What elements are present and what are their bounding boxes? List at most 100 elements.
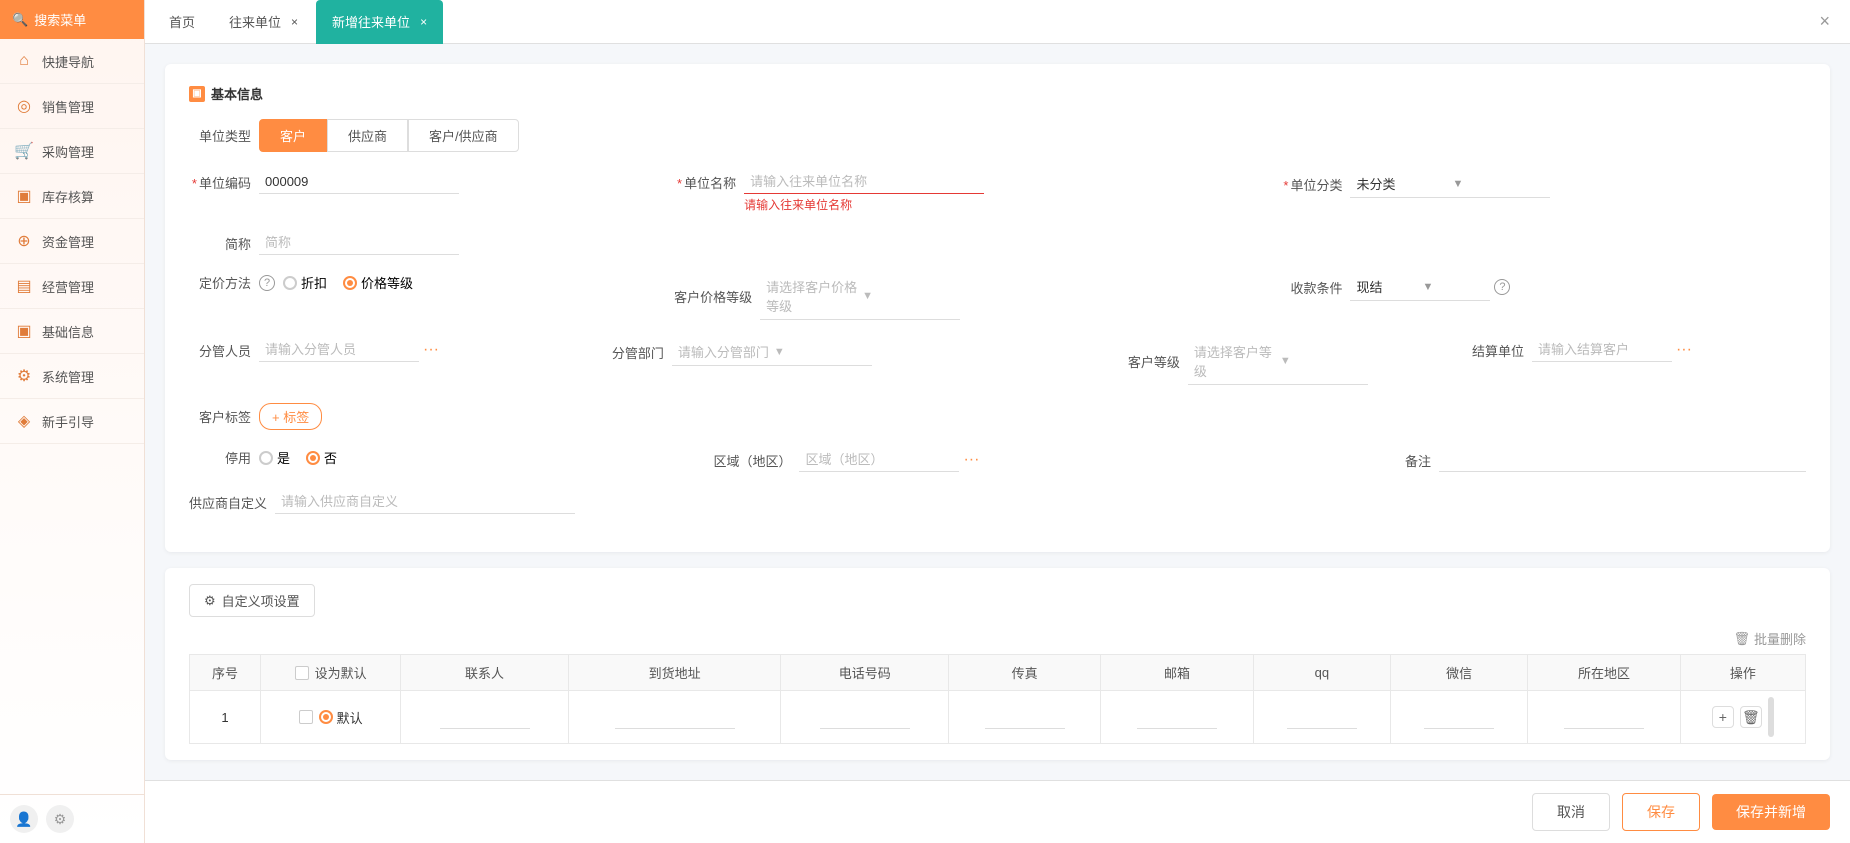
- payment-help-icon[interactable]: ?: [1494, 279, 1510, 295]
- fax-input[interactable]: [985, 705, 1065, 729]
- cancel-button[interactable]: 取消: [1532, 793, 1610, 831]
- tab-partners[interactable]: 往来单位 ×: [213, 0, 314, 44]
- unit-code-input[interactable]: [259, 170, 459, 194]
- save-and-new-button[interactable]: 保存并新增: [1712, 794, 1830, 830]
- cell-default: 默认: [260, 691, 400, 744]
- cell-address[interactable]: [568, 691, 781, 744]
- unit-name-input[interactable]: [744, 170, 984, 194]
- tab-home[interactable]: 首页: [153, 0, 211, 44]
- row-checkbox[interactable]: [299, 710, 313, 724]
- address-input[interactable]: [615, 705, 735, 729]
- close-window-button[interactable]: ×: [1807, 11, 1842, 32]
- email-input[interactable]: [1137, 705, 1217, 729]
- search-menu-button[interactable]: 🔍 搜索菜单: [0, 0, 144, 39]
- sidebar-item-inventory[interactable]: ▣ 库存核算: [0, 174, 144, 219]
- remark-label: 备注: [1369, 451, 1439, 470]
- settlement-input[interactable]: [1532, 338, 1672, 362]
- cell-email[interactable]: [1101, 691, 1253, 744]
- cell-wechat[interactable]: [1391, 691, 1528, 744]
- wechat-input[interactable]: [1424, 705, 1494, 729]
- customer-price-field: 客户价格等级 请选择客户价格等级 ▼: [674, 273, 1280, 320]
- type-btn-supplier[interactable]: 供应商: [327, 119, 408, 152]
- unit-category-select[interactable]: 未分类 ▼: [1350, 170, 1550, 198]
- col-address: 到货地址: [568, 655, 781, 691]
- customer-price-select[interactable]: 请选择客户价格等级 ▼: [760, 273, 960, 320]
- cell-qq[interactable]: [1253, 691, 1390, 744]
- customer-level-select[interactable]: 请选择客户等级 ▼: [1188, 338, 1368, 385]
- payment-terms-select[interactable]: 现结 ▼: [1350, 273, 1490, 301]
- disabled-yes-option[interactable]: 是: [259, 448, 290, 467]
- payment-terms-label: 收款条件: [1280, 278, 1350, 297]
- tab-new-partner[interactable]: 新增往来单位 ×: [316, 0, 443, 44]
- add-row-button[interactable]: +: [1712, 706, 1734, 728]
- select-all-checkbox[interactable]: [295, 666, 309, 680]
- manager-input[interactable]: [259, 338, 419, 362]
- contact-input[interactable]: [440, 705, 530, 729]
- cell-region[interactable]: [1528, 691, 1680, 744]
- user-avatar[interactable]: 👤: [10, 805, 38, 833]
- sidebar-item-purchase[interactable]: 🛒 采购管理: [0, 129, 144, 174]
- region-more-button[interactable]: ···: [959, 451, 983, 469]
- type-btn-customer[interactable]: 客户: [259, 119, 327, 152]
- manager-field: 分管人员 ···: [189, 338, 602, 362]
- search-icon: 🔍: [12, 12, 28, 28]
- sidebar-item-quick-nav[interactable]: ⌂ 快捷导航: [0, 39, 144, 84]
- col-contact: 联系人: [401, 655, 568, 691]
- custom-settings-button[interactable]: ⚙ 自定义项设置: [189, 584, 315, 617]
- delete-row-button[interactable]: 🗑: [1740, 706, 1762, 728]
- no-label: 否: [324, 448, 337, 467]
- short-name-input[interactable]: [259, 231, 459, 255]
- add-tag-button[interactable]: + 标签: [259, 403, 322, 430]
- save-button[interactable]: 保存: [1622, 793, 1700, 831]
- type-btn-both[interactable]: 客户/供应商: [408, 119, 519, 152]
- settings-btn[interactable]: ⚙: [46, 805, 74, 833]
- col-seq: 序号: [190, 655, 261, 691]
- unit-type-row: 单位类型 客户 供应商 客户/供应商: [189, 119, 1806, 152]
- default-radio[interactable]: [319, 710, 333, 724]
- remark-input[interactable]: [1439, 448, 1806, 472]
- supplier-custom-input[interactable]: [275, 490, 575, 514]
- default-radio-item[interactable]: 默认: [319, 708, 363, 727]
- manager-more-button[interactable]: ···: [419, 341, 443, 359]
- sidebar-item-basic[interactable]: ▣ 基础信息: [0, 309, 144, 354]
- tab-home-label: 首页: [169, 12, 195, 31]
- cell-contact[interactable]: [401, 691, 568, 744]
- batch-delete-button[interactable]: 🗑 批量删除: [1733, 629, 1806, 648]
- discount-radio[interactable]: [283, 276, 297, 290]
- no-radio[interactable]: [306, 451, 320, 465]
- qq-input[interactable]: [1287, 705, 1357, 729]
- disabled-field: 停用 是 否: [189, 448, 713, 467]
- sidebar-item-finance[interactable]: ⊕ 资金管理: [0, 219, 144, 264]
- cell-phone[interactable]: [781, 691, 948, 744]
- pricing-level-option[interactable]: 价格等级: [343, 273, 413, 292]
- tab-partners-close[interactable]: ×: [291, 16, 298, 28]
- region-table-input[interactable]: [1564, 705, 1644, 729]
- short-name-row: 简称: [189, 231, 1806, 255]
- cell-fax[interactable]: [948, 691, 1100, 744]
- sidebar-item-label: 经营管理: [42, 277, 94, 296]
- price-level-radio[interactable]: [343, 276, 357, 290]
- settlement-more-button[interactable]: ···: [1672, 341, 1696, 359]
- disabled-no-option[interactable]: 否: [306, 448, 337, 467]
- drag-handle[interactable]: [1768, 697, 1774, 737]
- chevron-down-icon2: ▼: [862, 290, 954, 302]
- dept-select[interactable]: 请输入分管部门 ▼: [672, 338, 872, 366]
- yes-radio[interactable]: [259, 451, 273, 465]
- sidebar-item-operation[interactable]: ▤ 经营管理: [0, 264, 144, 309]
- sidebar-item-guide[interactable]: ◈ 新手引导: [0, 399, 144, 444]
- unit-type-label: 单位类型: [189, 126, 259, 145]
- search-menu-label: 搜索菜单: [34, 10, 86, 29]
- sidebar-item-system[interactable]: ⚙ 系统管理: [0, 354, 144, 399]
- phone-input[interactable]: [820, 705, 910, 729]
- manager-label: 分管人员: [189, 341, 259, 360]
- unit-category-value: 未分类: [1356, 174, 1448, 193]
- pricing-discount-option[interactable]: 折扣: [283, 273, 327, 292]
- pricing-help-icon[interactable]: ?: [259, 275, 275, 291]
- region-input[interactable]: [799, 448, 959, 472]
- chevron-down-icon4: ▼: [774, 346, 866, 358]
- guide-icon: ◈: [14, 411, 34, 431]
- sidebar-item-sales[interactable]: ◎ 销售管理: [0, 84, 144, 129]
- tab-new-partner-close[interactable]: ×: [420, 16, 427, 28]
- customer-price-placeholder: 请选择客户价格等级: [766, 277, 858, 315]
- supplier-custom-field: 供应商自定义: [189, 490, 1806, 514]
